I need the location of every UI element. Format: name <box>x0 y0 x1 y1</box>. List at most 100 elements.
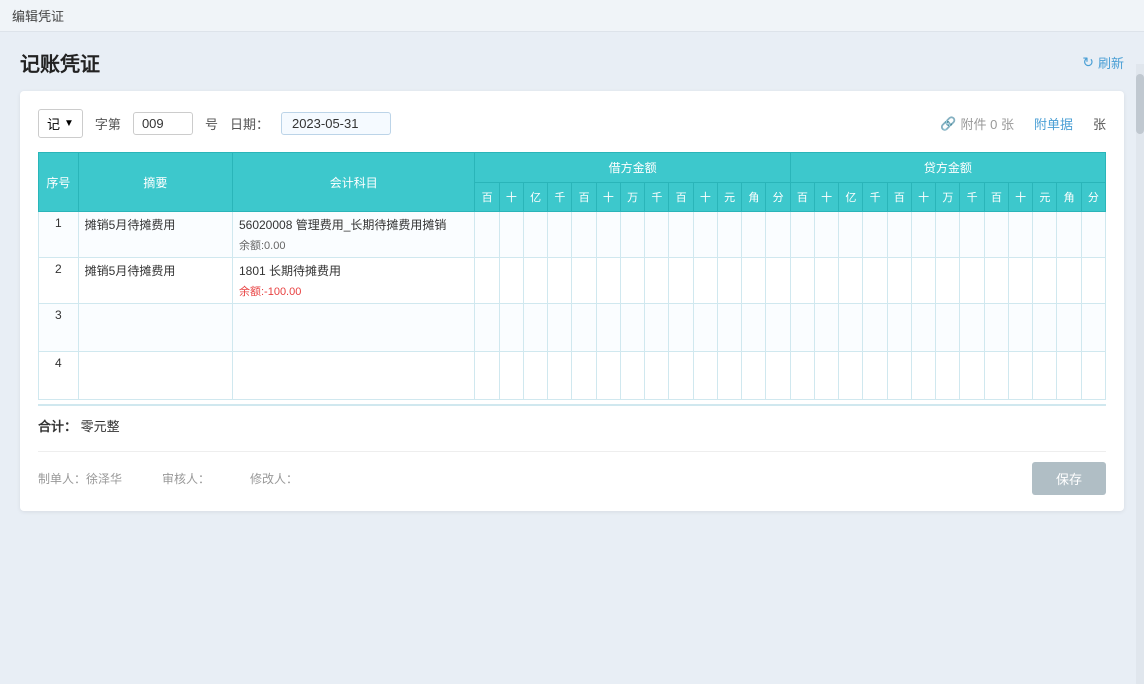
debit-digit-cell[interactable] <box>596 212 620 258</box>
debit-digit-cell[interactable] <box>523 304 547 352</box>
scrollbar-thumb[interactable] <box>1136 74 1144 134</box>
debit-digit-cell[interactable] <box>693 304 717 352</box>
voucher-number-input[interactable] <box>133 112 193 135</box>
debit-digit-cell[interactable] <box>548 212 572 258</box>
credit-digit-cell[interactable] <box>960 212 984 258</box>
credit-digit-cell[interactable] <box>863 352 887 400</box>
credit-digit-cell[interactable] <box>911 212 935 258</box>
credit-digit-cell[interactable] <box>984 258 1008 304</box>
credit-digit-cell[interactable] <box>839 212 863 258</box>
debit-digit-cell[interactable] <box>499 304 523 352</box>
debit-digit-cell[interactable] <box>620 352 644 400</box>
debit-digit-cell[interactable] <box>717 352 741 400</box>
credit-digit-cell[interactable] <box>1008 212 1032 258</box>
debit-digit-cell[interactable] <box>548 304 572 352</box>
attachment-link[interactable]: 🔗 附件 0 张 <box>940 114 1014 133</box>
credit-digit-cell[interactable] <box>814 258 838 304</box>
credit-digit-cell[interactable] <box>790 212 814 258</box>
debit-digit-cell[interactable] <box>572 258 596 304</box>
debit-digit-cell[interactable] <box>645 212 669 258</box>
date-input[interactable] <box>281 112 391 135</box>
credit-digit-cell[interactable] <box>1081 304 1105 352</box>
debit-digit-cell[interactable] <box>669 258 693 304</box>
credit-digit-cell[interactable] <box>839 352 863 400</box>
credit-digit-cell[interactable] <box>960 258 984 304</box>
credit-digit-cell[interactable] <box>1033 304 1057 352</box>
debit-digit-cell[interactable] <box>499 212 523 258</box>
table-row[interactable]: 1摊销5月待摊费用56020008 管理费用_长期待摊费用摊销余额:0.00 <box>39 212 1106 258</box>
credit-digit-cell[interactable] <box>887 212 911 258</box>
debit-digit-cell[interactable] <box>669 352 693 400</box>
debit-digit-cell[interactable] <box>475 212 499 258</box>
debit-digit-cell[interactable] <box>645 258 669 304</box>
debit-digit-cell[interactable] <box>693 212 717 258</box>
credit-digit-cell[interactable] <box>814 212 838 258</box>
row-summary[interactable] <box>78 304 232 352</box>
debit-digit-cell[interactable] <box>717 212 741 258</box>
debit-digit-cell[interactable] <box>475 352 499 400</box>
credit-digit-cell[interactable] <box>887 304 911 352</box>
row-account[interactable] <box>232 304 475 352</box>
credit-digit-cell[interactable] <box>1008 304 1032 352</box>
debit-digit-cell[interactable] <box>693 258 717 304</box>
row-account[interactable]: 56020008 管理费用_长期待摊费用摊销余额:0.00 <box>232 212 475 258</box>
credit-digit-cell[interactable] <box>984 212 1008 258</box>
credit-digit-cell[interactable] <box>863 212 887 258</box>
debit-digit-cell[interactable] <box>669 304 693 352</box>
refresh-button[interactable]: ↻ 刷新 <box>1082 53 1124 72</box>
credit-digit-cell[interactable] <box>1033 212 1057 258</box>
credit-digit-cell[interactable] <box>839 258 863 304</box>
credit-digit-cell[interactable] <box>1033 352 1057 400</box>
debit-digit-cell[interactable] <box>475 258 499 304</box>
debit-digit-cell[interactable] <box>596 352 620 400</box>
row-summary[interactable] <box>78 352 232 400</box>
credit-digit-cell[interactable] <box>887 258 911 304</box>
credit-digit-cell[interactable] <box>936 304 960 352</box>
debit-digit-cell[interactable] <box>475 304 499 352</box>
debit-digit-cell[interactable] <box>620 258 644 304</box>
table-row[interactable]: 3 <box>39 304 1106 352</box>
debit-digit-cell[interactable] <box>766 212 790 258</box>
credit-digit-cell[interactable] <box>790 352 814 400</box>
credit-digit-cell[interactable] <box>887 352 911 400</box>
debit-digit-cell[interactable] <box>499 258 523 304</box>
credit-digit-cell[interactable] <box>960 304 984 352</box>
debit-digit-cell[interactable] <box>620 304 644 352</box>
debit-digit-cell[interactable] <box>620 212 644 258</box>
voucher-type-button[interactable]: 记 ▼ <box>38 109 83 138</box>
credit-digit-cell[interactable] <box>839 304 863 352</box>
row-summary[interactable]: 摊销5月待摊费用 <box>78 258 232 304</box>
debit-digit-cell[interactable] <box>742 258 766 304</box>
debit-digit-cell[interactable] <box>596 258 620 304</box>
credit-digit-cell[interactable] <box>863 304 887 352</box>
credit-digit-cell[interactable] <box>911 258 935 304</box>
save-button[interactable]: 保存 <box>1032 462 1106 495</box>
debit-digit-cell[interactable] <box>548 258 572 304</box>
credit-digit-cell[interactable] <box>1057 212 1081 258</box>
credit-digit-cell[interactable] <box>911 304 935 352</box>
credit-digit-cell[interactable] <box>936 212 960 258</box>
row-account[interactable] <box>232 352 475 400</box>
debit-digit-cell[interactable] <box>669 212 693 258</box>
debit-digit-cell[interactable] <box>645 304 669 352</box>
credit-digit-cell[interactable] <box>1057 258 1081 304</box>
debit-digit-cell[interactable] <box>742 304 766 352</box>
credit-digit-cell[interactable] <box>936 258 960 304</box>
credit-digit-cell[interactable] <box>936 352 960 400</box>
debit-digit-cell[interactable] <box>717 258 741 304</box>
debit-digit-cell[interactable] <box>742 352 766 400</box>
credit-digit-cell[interactable] <box>790 304 814 352</box>
credit-digit-cell[interactable] <box>1008 258 1032 304</box>
credit-digit-cell[interactable] <box>1081 212 1105 258</box>
debit-digit-cell[interactable] <box>766 304 790 352</box>
debit-digit-cell[interactable] <box>645 352 669 400</box>
credit-digit-cell[interactable] <box>1057 352 1081 400</box>
debit-digit-cell[interactable] <box>717 304 741 352</box>
credit-digit-cell[interactable] <box>814 352 838 400</box>
credit-digit-cell[interactable] <box>1033 258 1057 304</box>
credit-digit-cell[interactable] <box>984 304 1008 352</box>
table-row[interactable]: 4 <box>39 352 1106 400</box>
debit-digit-cell[interactable] <box>548 352 572 400</box>
credit-digit-cell[interactable] <box>1057 304 1081 352</box>
credit-digit-cell[interactable] <box>1081 258 1105 304</box>
